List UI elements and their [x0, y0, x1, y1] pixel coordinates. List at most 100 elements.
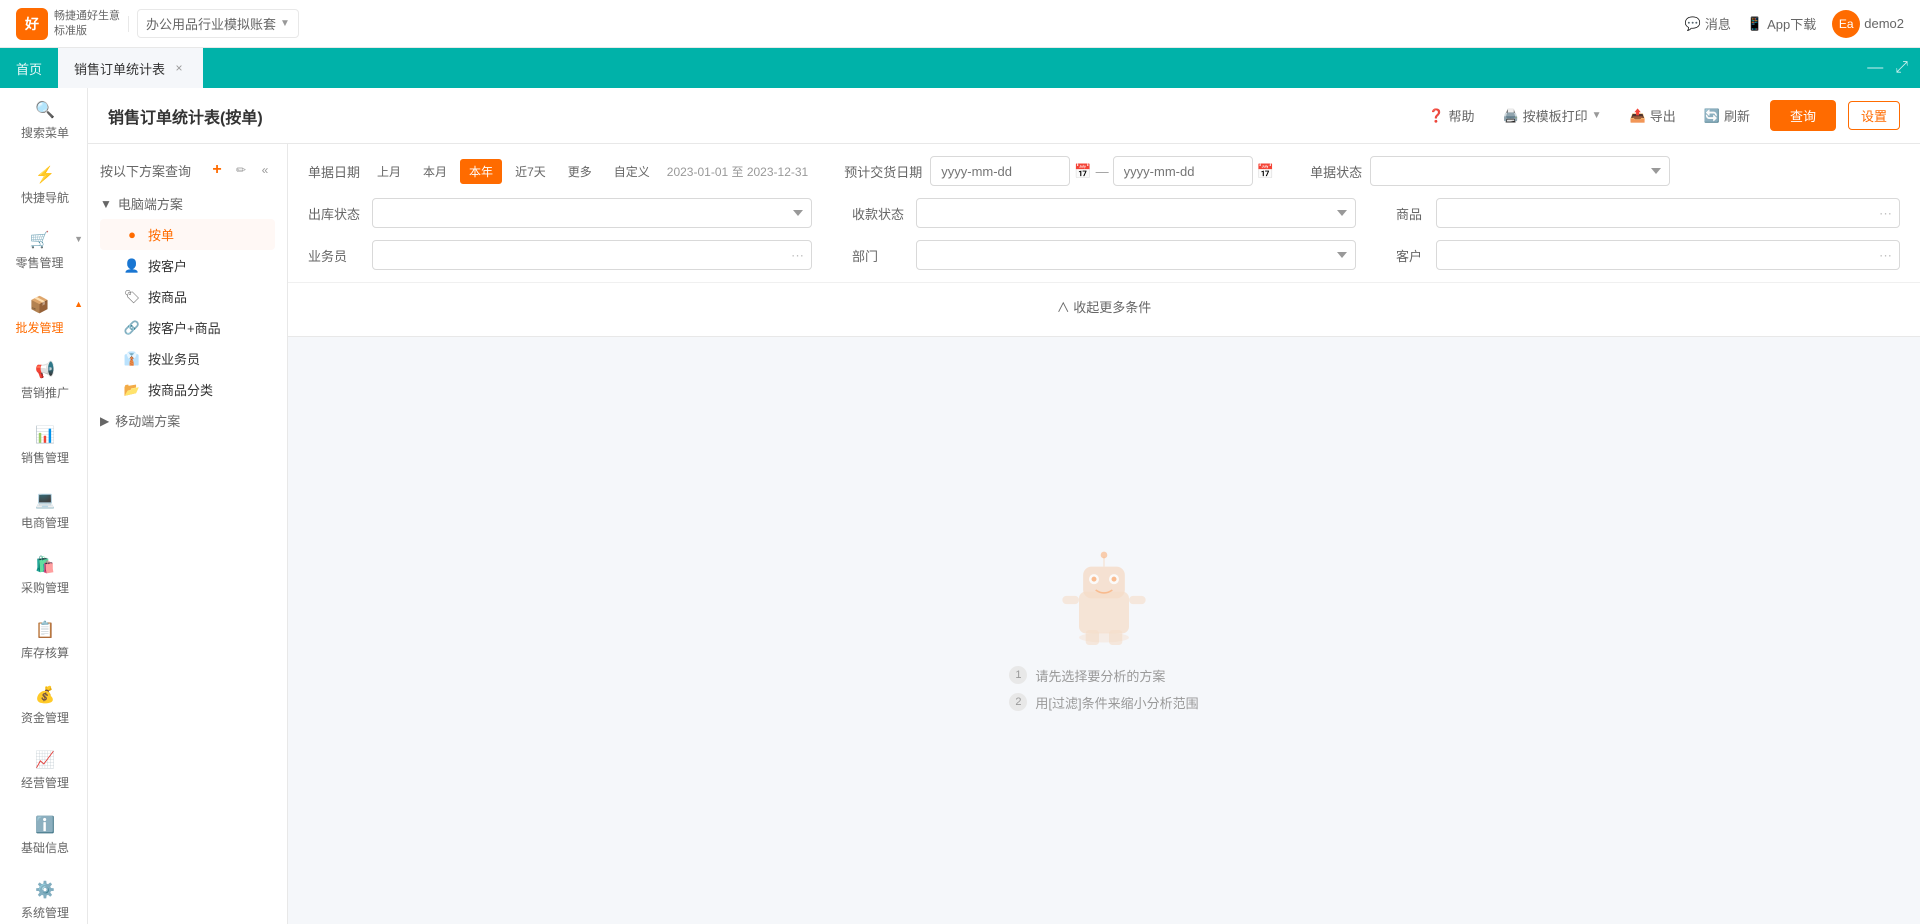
tab-sales-stat[interactable]: 销售订单统计表 × [58, 48, 203, 88]
main-layout: 🔍 搜索菜单 ⚡ 快捷导航 🛒 零售管理 ▼ 📦 批发管理 ▲ 📢 营销推广 [0, 88, 1920, 924]
tab-bar: 首页 销售订单统计表 × — ⤢ [0, 48, 1920, 88]
sidebar-item-wholesale[interactable]: 📦 批发管理 ▲ [0, 283, 87, 348]
result-section: 1 请先选择要分析的方案 2 用[过滤]条件来缩小分析范围 [288, 337, 1920, 924]
empty-tips: 1 请先选择要分析的方案 2 用[过滤]条件来缩小分析范围 [1009, 666, 1198, 712]
empty-tip-2: 2 用[过滤]条件来缩小分析范围 [1009, 693, 1198, 712]
tab-close-icon[interactable]: × [171, 60, 187, 76]
filter-section: 单据日期 上月 本月 本年 近7天 更多 自定义 2023-01-01 至 20… [288, 144, 1920, 337]
sidebar-item-label: 经营管理 [21, 774, 69, 791]
settings-btn[interactable]: 设置 [1848, 101, 1900, 130]
customer-control: ··· [1436, 240, 1900, 270]
refresh-btn[interactable]: 🔄 刷新 [1696, 102, 1758, 129]
scheme-panel-title: 按以下方案查询 [100, 161, 191, 180]
sidebar-item-basic-info[interactable]: ℹ️ 基础信息 [0, 803, 87, 868]
filter-status: 单据状态 [1310, 156, 1900, 186]
date-chip-this-month[interactable]: 本月 [414, 159, 456, 184]
retail-arrow-icon: ▼ [74, 234, 83, 244]
scheme-group-mobile-title[interactable]: ▶ 移动端方案 [100, 405, 275, 436]
date-chip-this-year[interactable]: 本年 [460, 159, 502, 184]
wholesale-icon: 📦 [30, 295, 50, 315]
customer-more-icon[interactable]: ··· [1879, 248, 1892, 263]
sidebar-item-purchase[interactable]: 🛍️ 采购管理 [0, 543, 87, 608]
template-print-btn[interactable]: 🖨️ 按模板打印 ▼ [1494, 102, 1609, 129]
top-bar-right: 💬 消息 📱 App下载 Ea demo2 [1685, 10, 1904, 38]
product-more-icon[interactable]: ··· [1879, 206, 1892, 221]
sidebar-item-sales-mgmt[interactable]: 📊 销售管理 [0, 413, 87, 478]
customer-input[interactable] [1436, 240, 1900, 270]
logo-area[interactable]: 好 畅捷通好生意 标准版 [16, 8, 120, 40]
tab-minimize-btn[interactable]: — [1863, 55, 1887, 81]
message-btn[interactable]: 💬 消息 [1685, 14, 1731, 33]
scheme-item-by-category[interactable]: 📂 按商品分类 [100, 374, 275, 405]
purchase-icon: 🛍️ [35, 555, 55, 575]
export-btn[interactable]: 📤 导出 [1622, 102, 1684, 129]
sidebar-item-quick-nav[interactable]: ⚡ 快捷导航 [0, 153, 87, 218]
empty-state: 1 请先选择要分析的方案 2 用[过滤]条件来缩小分析范围 [1009, 337, 1198, 924]
query-btn[interactable]: 查询 [1770, 100, 1836, 131]
top-bar: 好 畅捷通好生意 标准版 办公用品行业模拟账套 ▼ 💬 消息 📱 App下载 E… [0, 0, 1920, 48]
salesperson-input[interactable] [372, 240, 812, 270]
tab-home[interactable]: 首页 [0, 48, 58, 88]
filter-customer: 客户 ··· [1396, 240, 1900, 270]
mobile-group-title-text: 移动端方案 [115, 411, 180, 430]
sidebar-item-ecommerce[interactable]: 💻 电商管理 [0, 478, 87, 543]
sidebar-item-operations[interactable]: 📈 经营管理 [0, 738, 87, 803]
app-selector-text: 办公用品行业模拟账套 [146, 14, 276, 33]
product-input[interactable] [1436, 198, 1900, 228]
date-calendar-icon[interactable]: 📅 [1074, 163, 1091, 180]
scheme-collapse-btn[interactable]: « [255, 160, 275, 180]
app-selector[interactable]: 办公用品行业模拟账套 ▼ [137, 9, 299, 38]
help-icon: ❓ [1428, 108, 1444, 124]
salesperson-control: ··· [372, 240, 812, 270]
scheme-group-pc-title[interactable]: ▼ 电脑端方案 [100, 188, 275, 219]
mobile-group-arrow-icon: ▶ [100, 414, 109, 428]
sidebar-item-retail[interactable]: 🛒 零售管理 ▼ [0, 218, 87, 283]
sidebar-item-label: 营销推广 [21, 384, 69, 401]
scheme-add-btn[interactable]: + [207, 160, 227, 180]
sidebar-item-inventory[interactable]: 📋 库存核算 [0, 608, 87, 673]
date-chip-more[interactable]: 更多 [559, 159, 601, 184]
app-download-label: App下载 [1767, 14, 1816, 33]
message-icon: 💬 [1685, 16, 1701, 32]
stock-status-select[interactable] [372, 198, 812, 228]
tip-text-1: 请先选择要分析的方案 [1035, 666, 1165, 685]
export-icon: 📤 [1630, 108, 1646, 124]
collapse-btn[interactable]: ∧ 收起更多条件 [1045, 293, 1164, 320]
date-chip-custom[interactable]: 自定义 [605, 159, 659, 184]
salesperson-more-icon[interactable]: ··· [791, 248, 804, 263]
sidebar-item-label: 批发管理 [16, 319, 64, 336]
scheme-icon-by-category: 📂 [124, 382, 140, 398]
single-date-label: 单据日期 [308, 162, 360, 181]
scheme-item-by-customer-product[interactable]: 🔗 按客户+商品 [100, 312, 275, 343]
sidebar-item-system[interactable]: ⚙️ 系统管理 [0, 868, 87, 924]
department-select[interactable] [916, 240, 1356, 270]
scheme-item-by-product[interactable]: 🏷 按商品 [100, 281, 275, 312]
tab-maximize-btn[interactable]: ⤢ [1891, 55, 1912, 81]
search-icon: 🔍 [35, 100, 55, 120]
date-chip-last-month[interactable]: 上月 [368, 159, 410, 184]
help-btn[interactable]: ❓ 帮助 [1420, 102, 1482, 129]
scheme-item-by-customer[interactable]: 👤 按客户 [100, 250, 275, 281]
scheme-edit-btn[interactable]: ✏ [231, 160, 251, 180]
scheme-item-by-salesperson[interactable]: 👔 按业务员 [100, 343, 275, 374]
logo-icon: 好 [16, 8, 48, 40]
scheme-item-by-order[interactable]: ● 按单 [100, 219, 275, 250]
date-chip-7days[interactable]: 近7天 [506, 159, 555, 184]
pay-status-select[interactable] [916, 198, 1356, 228]
app-download-btn[interactable]: 📱 App下载 [1747, 14, 1816, 33]
sidebar-item-finance[interactable]: 💰 资金管理 [0, 673, 87, 738]
sidebar-item-search-menu[interactable]: 🔍 搜索菜单 [0, 88, 87, 153]
status-select[interactable] [1370, 156, 1670, 186]
user-area[interactable]: Ea demo2 [1832, 10, 1904, 38]
filter-stock-status: 出库状态 [308, 198, 812, 228]
basic-info-icon: ℹ️ [35, 815, 55, 835]
start-date-input[interactable] [930, 156, 1070, 186]
phone-icon: 📱 [1747, 16, 1763, 32]
sidebar-item-marketing[interactable]: 📢 营销推广 [0, 348, 87, 413]
date-calendar-icon2[interactable]: 📅 [1257, 163, 1274, 180]
help-label: 帮助 [1448, 106, 1474, 125]
message-label: 消息 [1705, 14, 1731, 33]
end-date-input[interactable] [1113, 156, 1253, 186]
scheme-item-label: 按单 [148, 225, 174, 244]
wholesale-arrow-icon: ▲ [74, 299, 83, 309]
